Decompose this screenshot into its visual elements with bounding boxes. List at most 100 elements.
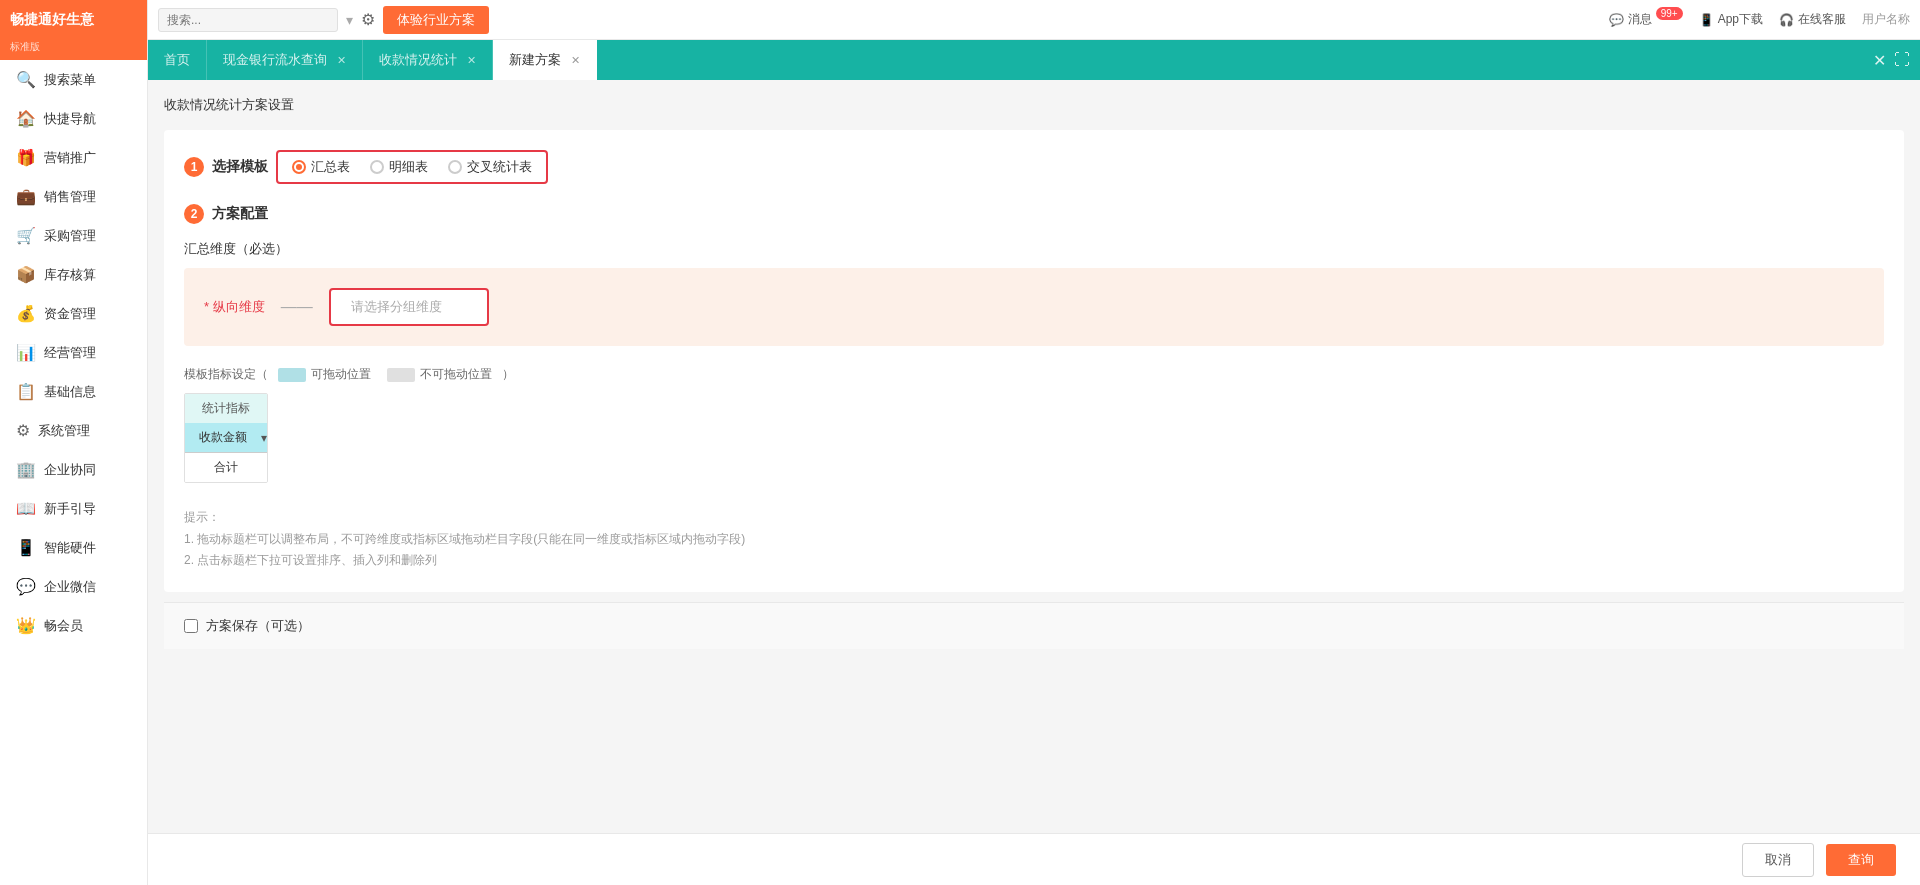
- dimension-row: * 纵向维度 —— 请选择分组维度: [204, 288, 1864, 326]
- indicator-title: 模板指标设定（: [184, 366, 268, 383]
- tab-cashflow[interactable]: 现金银行流水查询 ✕: [207, 40, 363, 80]
- sidebar-item-quick-nav[interactable]: 🏠 快捷导航: [0, 99, 147, 138]
- weixin-icon: 💬: [16, 577, 36, 596]
- stats-total-row: 合计: [185, 453, 267, 482]
- close-paren: ）: [502, 366, 514, 383]
- sidebar-label: 库存核算: [44, 266, 96, 284]
- sales-icon: 💼: [16, 187, 36, 206]
- search-icon: 🔍: [16, 70, 36, 89]
- dropdown-icon[interactable]: ▾: [346, 12, 353, 28]
- message-icon: 💬: [1609, 13, 1624, 27]
- tab-new-plan[interactable]: 新建方案 ✕: [493, 40, 597, 80]
- radio-cross[interactable]: 交叉统计表: [448, 158, 532, 176]
- base-info-icon: 📋: [16, 382, 36, 401]
- radio-detail[interactable]: 明细表: [370, 158, 428, 176]
- query-button[interactable]: 查询: [1826, 844, 1896, 876]
- search-input[interactable]: [158, 8, 338, 32]
- sidebar-item-smart-hw[interactable]: 📱 智能硬件: [0, 528, 147, 567]
- sidebar-label: 经营管理: [44, 344, 96, 362]
- download-icon: 📱: [1699, 13, 1714, 27]
- sidebar-item-search-menu[interactable]: 🔍 搜索菜单: [0, 60, 147, 99]
- sidebar-label: 智能硬件: [44, 539, 96, 557]
- draggable-legend-box: [278, 368, 306, 382]
- stats-indicator-name: 收款金额: [185, 423, 261, 452]
- tab-close-icon[interactable]: ✕: [467, 54, 476, 67]
- sidebar-item-sales[interactable]: 💼 销售管理: [0, 177, 147, 216]
- tips-item-1: 1. 拖动标题栏可以调整布局，不可跨维度或指标区域拖动栏目字段(只能在同一维度或…: [184, 532, 745, 546]
- tab-label: 现金银行流水查询: [223, 51, 327, 69]
- gift-icon: 🎁: [16, 148, 36, 167]
- sidebar-label: 畅会员: [44, 617, 83, 635]
- footer-actions: 取消 查询: [148, 833, 1920, 885]
- indicator-label-row: 模板指标设定（ 可拖动位置 不可拖动位置 ）: [184, 366, 1884, 383]
- sidebar-item-purchase[interactable]: 🛒 采购管理: [0, 216, 147, 255]
- indicator-settings: 模板指标设定（ 可拖动位置 不可拖动位置 ）: [184, 366, 1884, 487]
- inventory-icon: 📦: [16, 265, 36, 284]
- dimension-section-title: 汇总维度（必选）: [184, 240, 1884, 258]
- save-checkbox[interactable]: [184, 619, 198, 633]
- stats-indicator-row: 收款金额 ▾: [185, 423, 267, 453]
- sidebar-label: 新手引导: [44, 500, 96, 518]
- sidebar-label: 企业微信: [44, 578, 96, 596]
- sidebar-label: 资金管理: [44, 305, 96, 323]
- download-label: App下载: [1718, 11, 1763, 28]
- message-badge: 99+: [1656, 7, 1683, 20]
- radio-circle-summary: [292, 160, 306, 174]
- sidebar-label: 企业协同: [44, 461, 96, 479]
- stats-dropdown-button[interactable]: ▾: [261, 431, 267, 445]
- operation-icon: 📊: [16, 343, 36, 362]
- page-title: 收款情况统计方案设置: [164, 96, 1904, 114]
- tab-label: 首页: [164, 51, 190, 69]
- download-btn[interactable]: 📱 App下载: [1699, 11, 1763, 28]
- beginner-icon: 📖: [16, 499, 36, 518]
- non-draggable-label: 不可拖动位置: [420, 366, 492, 383]
- sidebar-logo: 畅捷通好生意: [0, 0, 147, 40]
- step1-title: 选择模板: [212, 158, 268, 176]
- enterprise-icon: 🏢: [16, 460, 36, 479]
- tab-close-icon[interactable]: ✕: [571, 54, 580, 67]
- sidebar: 畅捷通好生意 标准版 🔍 搜索菜单 🏠 快捷导航 🎁 营销推广 💼 销售管理 🛒…: [0, 0, 148, 885]
- sidebar-item-operation[interactable]: 📊 经营管理: [0, 333, 147, 372]
- step2-badge: 2: [184, 204, 204, 224]
- tips-title: 提示：: [184, 510, 220, 524]
- sidebar-label: 基础信息: [44, 383, 96, 401]
- maximize-icon[interactable]: ⛶: [1894, 51, 1910, 69]
- support-icon: 🎧: [1779, 13, 1794, 27]
- stats-header: 统计指标: [185, 394, 267, 423]
- smart-hw-icon: 📱: [16, 538, 36, 557]
- sidebar-item-capital[interactable]: 💰 资金管理: [0, 294, 147, 333]
- cancel-button[interactable]: 取消: [1742, 843, 1814, 877]
- sidebar-item-member[interactable]: 👑 畅会员: [0, 606, 147, 645]
- radio-circle-detail: [370, 160, 384, 174]
- dimension-area: * 纵向维度 —— 请选择分组维度: [184, 268, 1884, 346]
- sidebar-item-beginner[interactable]: 📖 新手引导: [0, 489, 147, 528]
- legend-draggable: 可拖动位置: [278, 366, 371, 383]
- sidebar-item-marketing[interactable]: 🎁 营销推广: [0, 138, 147, 177]
- gear-icon[interactable]: ⚙: [361, 10, 375, 29]
- tab-receipts[interactable]: 收款情况统计 ✕: [363, 40, 493, 80]
- app-version: 标准版: [0, 40, 147, 60]
- step2-header: 2 方案配置: [184, 204, 1884, 224]
- trial-button[interactable]: 体验行业方案: [383, 6, 489, 34]
- radio-label-detail: 明细表: [389, 158, 428, 176]
- dim-row-label: * 纵向维度: [204, 298, 265, 316]
- sidebar-item-inventory[interactable]: 📦 库存核算: [0, 255, 147, 294]
- tips-section: 提示： 1. 拖动标题栏可以调整布局，不可跨维度或指标区域拖动栏目字段(只能在同…: [184, 507, 1884, 572]
- message-btn[interactable]: 💬 消息 99+: [1609, 11, 1683, 28]
- stats-total-label: 合计: [214, 460, 238, 474]
- sidebar-item-enterprise[interactable]: 🏢 企业协同: [0, 450, 147, 489]
- sidebar-item-weixin[interactable]: 💬 企业微信: [0, 567, 147, 606]
- support-btn[interactable]: 🎧 在线客服: [1779, 11, 1846, 28]
- tab-home[interactable]: 首页: [148, 40, 207, 80]
- close-window-icon[interactable]: ✕: [1873, 51, 1886, 70]
- home-icon: 🏠: [16, 109, 36, 128]
- radio-label-summary: 汇总表: [311, 158, 350, 176]
- tab-close-icon[interactable]: ✕: [337, 54, 346, 67]
- sidebar-item-sys-manage[interactable]: ⚙ 系统管理: [0, 411, 147, 450]
- step1-badge: 1: [184, 157, 204, 177]
- dim-select-box[interactable]: 请选择分组维度: [329, 288, 489, 326]
- sidebar-item-base-info[interactable]: 📋 基础信息: [0, 372, 147, 411]
- support-label: 在线客服: [1798, 11, 1846, 28]
- sidebar-label: 快捷导航: [44, 110, 96, 128]
- radio-summary[interactable]: 汇总表: [292, 158, 350, 176]
